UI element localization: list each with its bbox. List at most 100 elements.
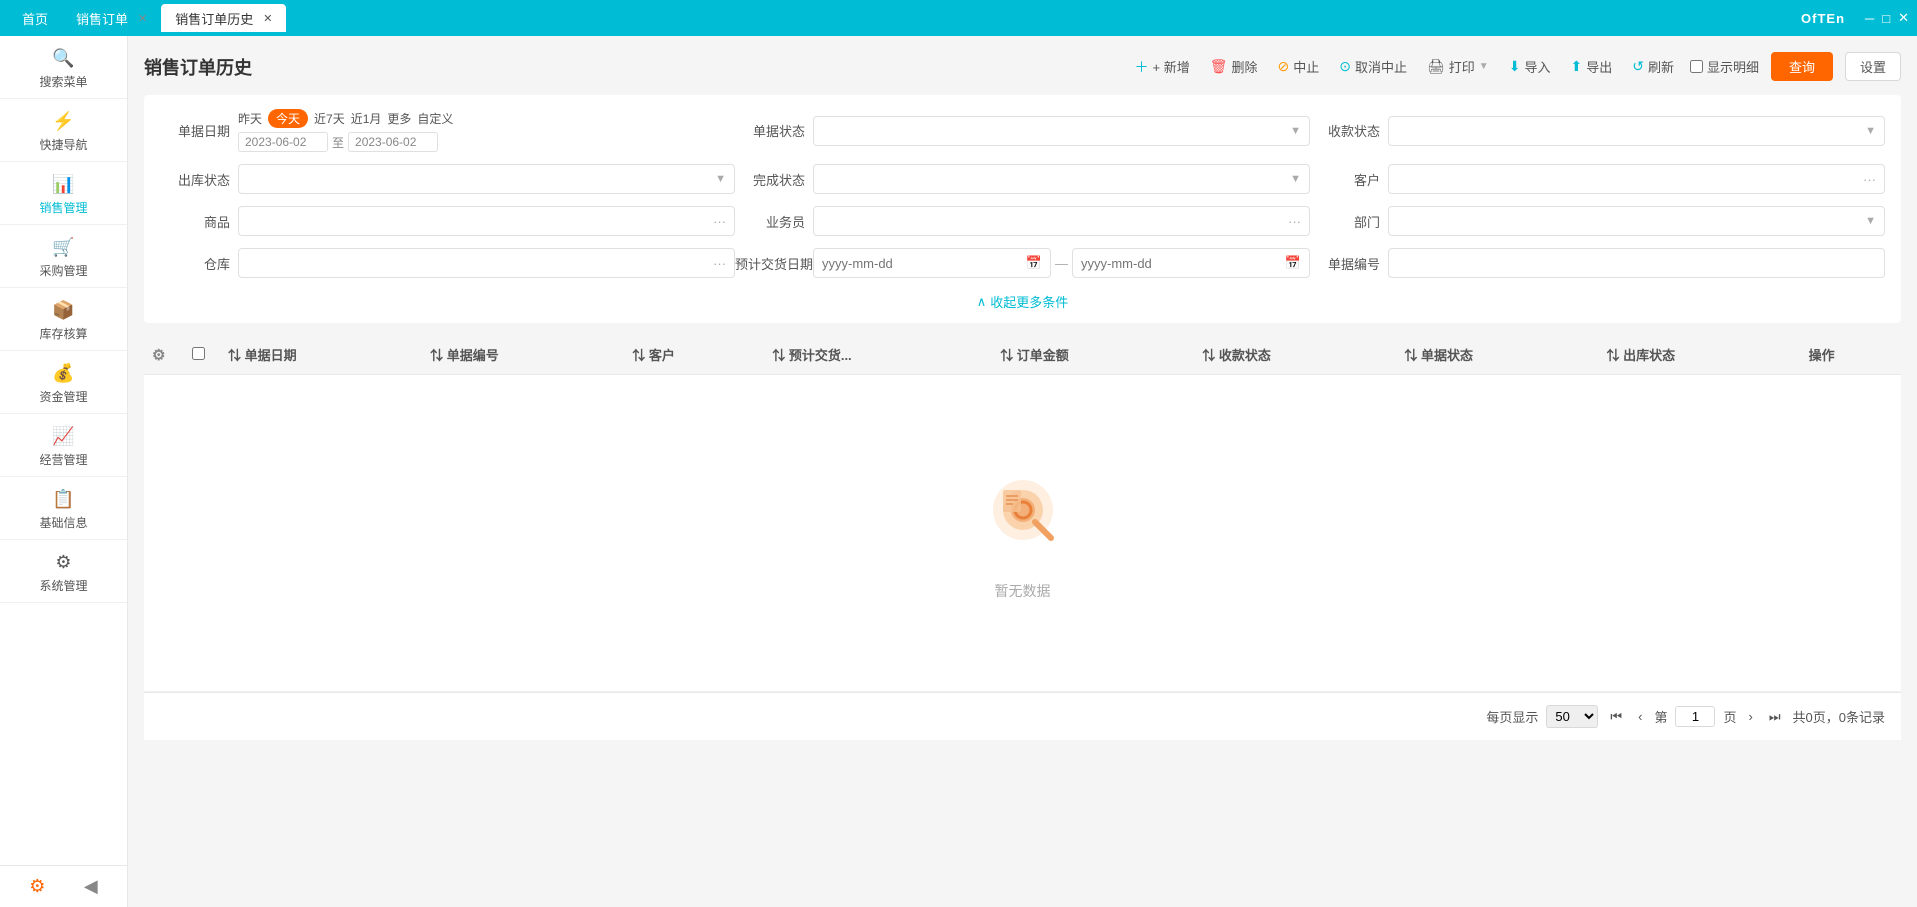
import-button[interactable]: ⬇ 导入: [1505, 55, 1555, 78]
print-button[interactable]: 🖨 打印 ▼: [1423, 55, 1493, 78]
filter-row-1: 单据日期 昨天 今天 近7天 近1月 更多 自定义 至: [160, 109, 1885, 152]
complete-status-input[interactable]: [822, 172, 1290, 187]
setting-button[interactable]: 设置: [1845, 52, 1901, 81]
export-button[interactable]: ⬆ 导出: [1566, 55, 1616, 78]
page-size-select[interactable]: 10 20 50 100: [1546, 705, 1598, 728]
warehouse-input[interactable]: [247, 256, 713, 271]
sidebar-item-base-info[interactable]: 📋 基础信息: [0, 477, 127, 540]
filter-item-doc-date: 单据日期 昨天 今天 近7天 近1月 更多 自定义 至: [160, 109, 735, 152]
sidebar-item-purchase-mgmt[interactable]: 🛒 采购管理: [0, 225, 127, 288]
refresh-label: 刷新: [1648, 57, 1674, 76]
salesperson-input[interactable]: [822, 214, 1288, 229]
prev-page-btn[interactable]: ‹: [1634, 707, 1646, 726]
expected-date-from-control[interactable]: 📅: [813, 248, 1051, 278]
date-1month[interactable]: 近1月: [351, 110, 382, 127]
sidebar-settings-icon[interactable]: ⚙: [29, 876, 45, 897]
salesperson-label: 业务员: [735, 212, 805, 231]
salesperson-control[interactable]: ···: [813, 206, 1310, 236]
th-outbound-status[interactable]: ⇅ 出库状态: [1599, 335, 1801, 375]
table-container: ⚙ ⇅ 单据日期 ⇅ 单据编号 ⇅ 客户: [144, 335, 1901, 692]
calendar-from-icon[interactable]: 📅: [1026, 255, 1042, 271]
pay-status-input[interactable]: [1397, 123, 1865, 138]
sidebar-collapse-icon[interactable]: ◀: [84, 876, 98, 897]
tab-sales-order[interactable]: 销售订单 ✕: [62, 4, 161, 32]
th-customer[interactable]: ⇅ 客户: [624, 335, 764, 375]
table-settings-icon[interactable]: ⚙: [152, 347, 165, 364]
doc-status-input[interactable]: [822, 123, 1290, 138]
date-more[interactable]: 更多: [387, 110, 411, 127]
date-today[interactable]: 今天: [268, 109, 308, 128]
cancel-stop-button[interactable]: ⊙ 取消中止: [1335, 55, 1411, 78]
last-page-btn[interactable]: ⏭: [1765, 707, 1785, 727]
customer-control[interactable]: ···: [1388, 164, 1885, 194]
date-from-input[interactable]: [238, 132, 328, 152]
tab-sales-order-close[interactable]: ✕: [138, 12, 147, 25]
complete-status-chevron: ▼: [1290, 173, 1301, 185]
sidebar-item-system-mgmt[interactable]: ⚙ 系统管理: [0, 540, 127, 603]
sales-mgmt-icon: 📊: [52, 174, 74, 195]
sidebar-item-quick-nav[interactable]: ⚡ 快捷导航: [0, 99, 127, 162]
product-control[interactable]: ···: [238, 206, 735, 236]
stop-button[interactable]: ⊘ 中止: [1274, 55, 1324, 78]
product-input[interactable]: [247, 214, 713, 229]
department-input[interactable]: [1397, 214, 1865, 229]
maximize-btn[interactable]: □: [1882, 11, 1890, 26]
expected-date-separator: —: [1055, 256, 1068, 271]
warehouse-control[interactable]: ···: [238, 248, 735, 278]
date-custom[interactable]: 自定义: [417, 110, 453, 127]
salesperson-dots[interactable]: ···: [1288, 214, 1301, 229]
delete-button[interactable]: 🗑 删除: [1206, 55, 1262, 78]
customer-dots[interactable]: ···: [1863, 172, 1876, 187]
th-doc-date[interactable]: ⇅ 单据日期: [220, 335, 422, 375]
first-page-btn[interactable]: ⏮: [1606, 707, 1626, 727]
calendar-to-icon[interactable]: 📅: [1285, 255, 1301, 271]
pay-status-control[interactable]: ▼: [1388, 116, 1885, 146]
doc-status-control[interactable]: ▼: [813, 116, 1310, 146]
date-7days[interactable]: 近7天: [314, 110, 345, 127]
total-records-text: 共0页，0条记录: [1793, 707, 1885, 726]
department-control[interactable]: ▼: [1388, 206, 1885, 236]
th-order-amount[interactable]: ⇅ 订单金额: [992, 335, 1194, 375]
date-yesterday[interactable]: 昨天: [238, 110, 262, 127]
outbound-status-control[interactable]: ▼: [238, 164, 735, 194]
doc-number-input[interactable]: [1397, 256, 1876, 271]
minimize-btn[interactable]: ─: [1865, 11, 1874, 26]
doc-number-control[interactable]: [1388, 248, 1885, 278]
current-page-input[interactable]: [1675, 706, 1715, 727]
th-checkbox-all[interactable]: [192, 347, 205, 360]
product-dots[interactable]: ···: [713, 214, 726, 229]
display-toggle-checkbox[interactable]: [1690, 60, 1703, 73]
stop-icon: ⊘: [1278, 58, 1290, 75]
sidebar-item-operation-mgmt[interactable]: 📈 经营管理: [0, 414, 127, 477]
toolbar: ＋ + 新增 🗑 删除 ⊘ 中止 ⊙ 取消中止 🖨 打印: [1130, 52, 1901, 81]
th-doc-number[interactable]: ⇅ 单据编号: [422, 335, 624, 375]
th-expected-delivery[interactable]: ⇅ 预计交货...: [764, 335, 992, 375]
expected-date-to-input[interactable]: [1081, 256, 1285, 271]
display-toggle[interactable]: 显示明细: [1690, 57, 1759, 76]
query-button[interactable]: 查询: [1771, 52, 1833, 81]
next-page-btn[interactable]: ›: [1744, 707, 1756, 726]
print-icon: 🖨: [1427, 58, 1445, 75]
sidebar-item-inventory-calc[interactable]: 📦 库存核算: [0, 288, 127, 351]
tab-sales-order-history[interactable]: 销售订单历史 ✕: [161, 4, 286, 32]
sidebar-item-search-menu-label: 搜索菜单: [39, 73, 87, 90]
customer-input[interactable]: [1397, 172, 1863, 187]
th-pay-status[interactable]: ⇅ 收款状态: [1194, 335, 1396, 375]
expected-date-to-control[interactable]: 📅: [1072, 248, 1310, 278]
sidebar-item-capital-mgmt[interactable]: 💰 资金管理: [0, 351, 127, 414]
date-to-input[interactable]: [348, 132, 438, 152]
complete-status-control[interactable]: ▼: [813, 164, 1310, 194]
warehouse-dots[interactable]: ···: [713, 256, 726, 271]
tab-sales-order-history-close[interactable]: ✕: [263, 12, 272, 25]
close-btn[interactable]: ✕: [1898, 10, 1909, 26]
th-doc-status[interactable]: ⇅ 单据状态: [1396, 335, 1598, 375]
sidebar-item-sales-mgmt[interactable]: 📊 销售管理: [0, 162, 127, 225]
expected-date-from-input[interactable]: [822, 256, 1026, 271]
collapse-row[interactable]: ∧ 收起更多条件: [160, 290, 1885, 315]
filter-row-2: 出库状态 ▼ 完成状态 ▼ 客户: [160, 164, 1885, 194]
outbound-status-input[interactable]: [247, 172, 715, 187]
refresh-button[interactable]: ↺ 刷新: [1628, 55, 1678, 78]
tab-home[interactable]: 首页: [8, 4, 62, 32]
sidebar-item-search-menu[interactable]: 🔍 搜索菜单: [0, 36, 127, 99]
new-button[interactable]: ＋ + 新增: [1130, 55, 1193, 79]
